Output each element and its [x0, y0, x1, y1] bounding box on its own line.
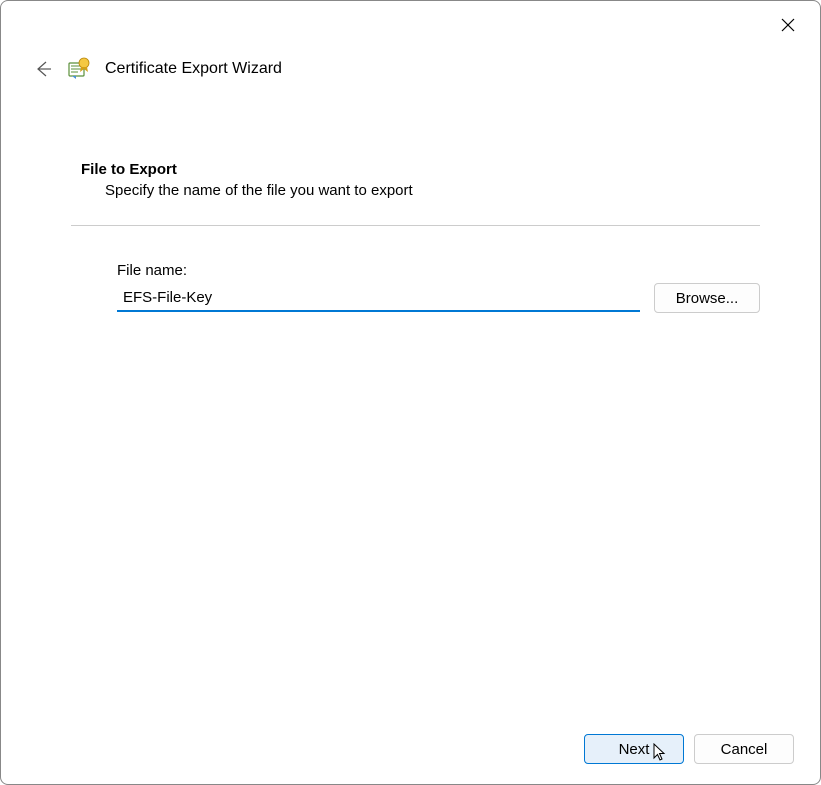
file-name-label: File name:: [117, 262, 760, 279]
close-button[interactable]: [778, 15, 798, 35]
next-button[interactable]: Next: [584, 734, 684, 764]
wizard-title: Certificate Export Wizard: [105, 60, 282, 78]
cancel-button[interactable]: Cancel: [694, 734, 794, 764]
divider: [71, 225, 760, 226]
footer-buttons: Next Cancel: [584, 734, 794, 764]
certificate-wizard-icon: [67, 57, 91, 81]
form-area: File name: Browse...: [117, 262, 760, 313]
back-arrow-icon: [34, 60, 52, 78]
browse-button[interactable]: Browse...: [654, 283, 760, 313]
file-name-input[interactable]: [117, 284, 640, 312]
cursor-icon: [653, 743, 669, 763]
section-subtitle: Specify the name of the file you want to…: [105, 182, 760, 199]
wizard-window: Certificate Export Wizard File to Export…: [0, 0, 821, 785]
section-title: File to Export: [81, 161, 760, 178]
next-button-label: Next: [619, 741, 650, 758]
file-row: Browse...: [117, 283, 760, 313]
content-area: File to Export Specify the name of the f…: [71, 161, 760, 313]
wizard-header: Certificate Export Wizard: [33, 57, 282, 81]
close-icon: [781, 18, 795, 32]
back-button[interactable]: [33, 59, 53, 79]
